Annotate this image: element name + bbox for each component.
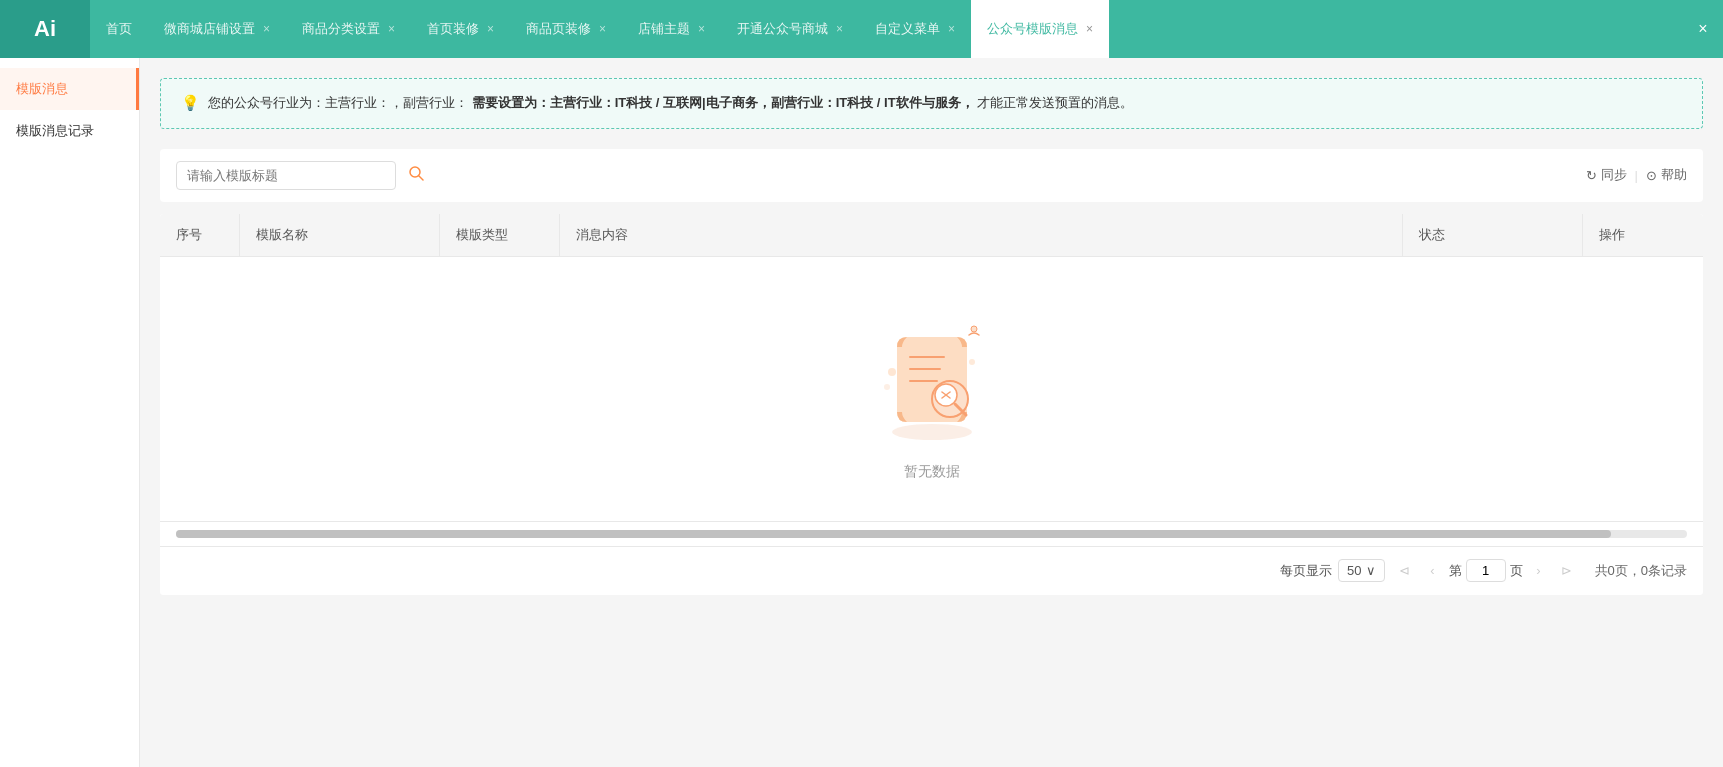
main-layout: 模版消息模版消息记录 💡 您的公众号行业为：主营行业：，副营行业： 需要设置为：… <box>0 58 1723 767</box>
nav-tab-category-settings[interactable]: 商品分类设置× <box>286 0 411 58</box>
scrollbar-thumb[interactable] <box>176 530 1611 538</box>
first-page-button[interactable]: ⊲ <box>1393 559 1417 583</box>
sync-label: 同步 <box>1601 166 1627 184</box>
sidebar-item-template-message[interactable]: 模版消息 <box>0 68 139 110</box>
page-size-label: 每页显示 <box>1280 562 1332 580</box>
page-prefix: 第 <box>1449 562 1462 580</box>
toolbar-right: ↻ 同步 | ⊙ 帮助 <box>1586 166 1687 184</box>
empty-state: 暂无数据 <box>160 257 1703 521</box>
close-tab-wshop-settings[interactable]: × <box>263 22 270 36</box>
help-icon: ⊙ <box>1646 168 1657 183</box>
sync-button[interactable]: ↻ 同步 <box>1586 166 1627 184</box>
nav-tab-product-decor[interactable]: 商品页装修× <box>510 0 622 58</box>
scrollbar-container <box>160 521 1703 546</box>
brand-logo: Ai <box>0 0 90 58</box>
toolbar: ↻ 同步 | ⊙ 帮助 <box>160 149 1703 202</box>
search-area <box>176 161 428 190</box>
search-button[interactable] <box>404 161 428 189</box>
page-unit: 页 <box>1510 562 1523 580</box>
close-tab-custom-menu[interactable]: × <box>948 22 955 36</box>
nav-tab-custom-menu[interactable]: 自定义菜单× <box>859 0 971 58</box>
sidebar: 模版消息模版消息记录 <box>0 58 140 767</box>
notice-suffix: 才能正常发送预置的消息。 <box>977 95 1133 110</box>
close-tab-homepage-decor[interactable]: × <box>487 22 494 36</box>
last-page-button[interactable]: ⊳ <box>1555 559 1579 583</box>
page-number-input[interactable] <box>1466 559 1506 582</box>
nav-tab-home[interactable]: 首页 <box>90 0 148 58</box>
empty-text: 暂无数据 <box>904 463 960 481</box>
col-name: 模版名称 <box>240 214 440 256</box>
col-actions: 操作 <box>1583 214 1703 256</box>
svg-line-1 <box>419 176 423 180</box>
divider: | <box>1635 168 1638 183</box>
page-size-dropdown[interactable]: 50 ∨ <box>1338 559 1384 582</box>
nav-tab-open-wechat-shop[interactable]: 开通公众号商城× <box>721 0 859 58</box>
nav-tabs: 首页微商城店铺设置×商品分类设置×首页装修×商品页装修×店铺主题×开通公众号商城… <box>90 0 1683 58</box>
nav-tab-homepage-decor[interactable]: 首页装修× <box>411 0 510 58</box>
pagination: 每页显示 50 ∨ ⊲ ‹ 第 页 › ⊳ 共0页，0条记录 <box>160 546 1703 595</box>
nav-tab-shop-theme[interactable]: 店铺主题× <box>622 0 721 58</box>
search-input[interactable] <box>176 161 396 190</box>
svg-point-12 <box>884 384 890 390</box>
scrollbar-track[interactable] <box>176 530 1687 538</box>
prev-page-button[interactable]: ‹ <box>1421 559 1445 583</box>
help-label: 帮助 <box>1661 166 1687 184</box>
total-info: 共0页，0条记录 <box>1595 562 1687 580</box>
notice-prefix: 您的公众号行业为：主营行业：，副营行业： <box>208 95 468 110</box>
sync-icon: ↻ <box>1586 168 1597 183</box>
svg-point-14 <box>971 326 977 332</box>
content-area: 💡 您的公众号行业为：主营行业：，副营行业： 需要设置为：主营行业：IT科技 /… <box>140 58 1723 767</box>
close-tab-category-settings[interactable]: × <box>388 22 395 36</box>
top-nav: Ai 首页微商城店铺设置×商品分类设置×首页装修×商品页装修×店铺主题×开通公众… <box>0 0 1723 58</box>
page-size-select: 每页显示 50 ∨ <box>1280 559 1384 582</box>
close-tab-shop-theme[interactable]: × <box>698 22 705 36</box>
table-header: 序号 模版名称 模版类型 消息内容 状态 操作 <box>160 214 1703 257</box>
notice-icon: 💡 <box>181 94 200 112</box>
svg-point-2 <box>892 424 972 440</box>
notice-text: 您的公众号行业为：主营行业：，副营行业： 需要设置为：主营行业：IT科技 / 互… <box>208 93 1133 114</box>
col-status: 状态 <box>1403 214 1583 256</box>
close-tab-template-message[interactable]: × <box>1086 22 1093 36</box>
nav-tab-template-message[interactable]: 公众号模版消息× <box>971 0 1109 58</box>
close-tab-product-decor[interactable]: × <box>599 22 606 36</box>
col-content: 消息内容 <box>560 214 1403 256</box>
col-type: 模版类型 <box>440 214 560 256</box>
svg-point-13 <box>969 359 975 365</box>
empty-illustration <box>872 317 992 447</box>
page-navigation: ⊲ ‹ 第 页 › ⊳ <box>1393 559 1579 583</box>
page-size-value: 50 <box>1347 563 1361 578</box>
close-all-button[interactable]: × <box>1683 0 1723 58</box>
next-page-button[interactable]: › <box>1527 559 1551 583</box>
dropdown-icon: ∨ <box>1366 563 1376 578</box>
sidebar-item-template-message-log[interactable]: 模版消息记录 <box>0 110 139 152</box>
col-index: 序号 <box>160 214 240 256</box>
nav-tab-wshop-settings[interactable]: 微商城店铺设置× <box>148 0 286 58</box>
help-button[interactable]: ⊙ 帮助 <box>1646 166 1687 184</box>
close-tab-open-wechat-shop[interactable]: × <box>836 22 843 36</box>
table-container: 序号 模版名称 模版类型 消息内容 状态 操作 <box>160 214 1703 595</box>
notice-box: 💡 您的公众号行业为：主营行业：，副营行业： 需要设置为：主营行业：IT科技 /… <box>160 78 1703 129</box>
svg-point-11 <box>888 368 896 376</box>
notice-highlight: 需要设置为：主营行业：IT科技 / 互联网|电子商务，副营行业：IT科技 / I… <box>472 95 974 110</box>
